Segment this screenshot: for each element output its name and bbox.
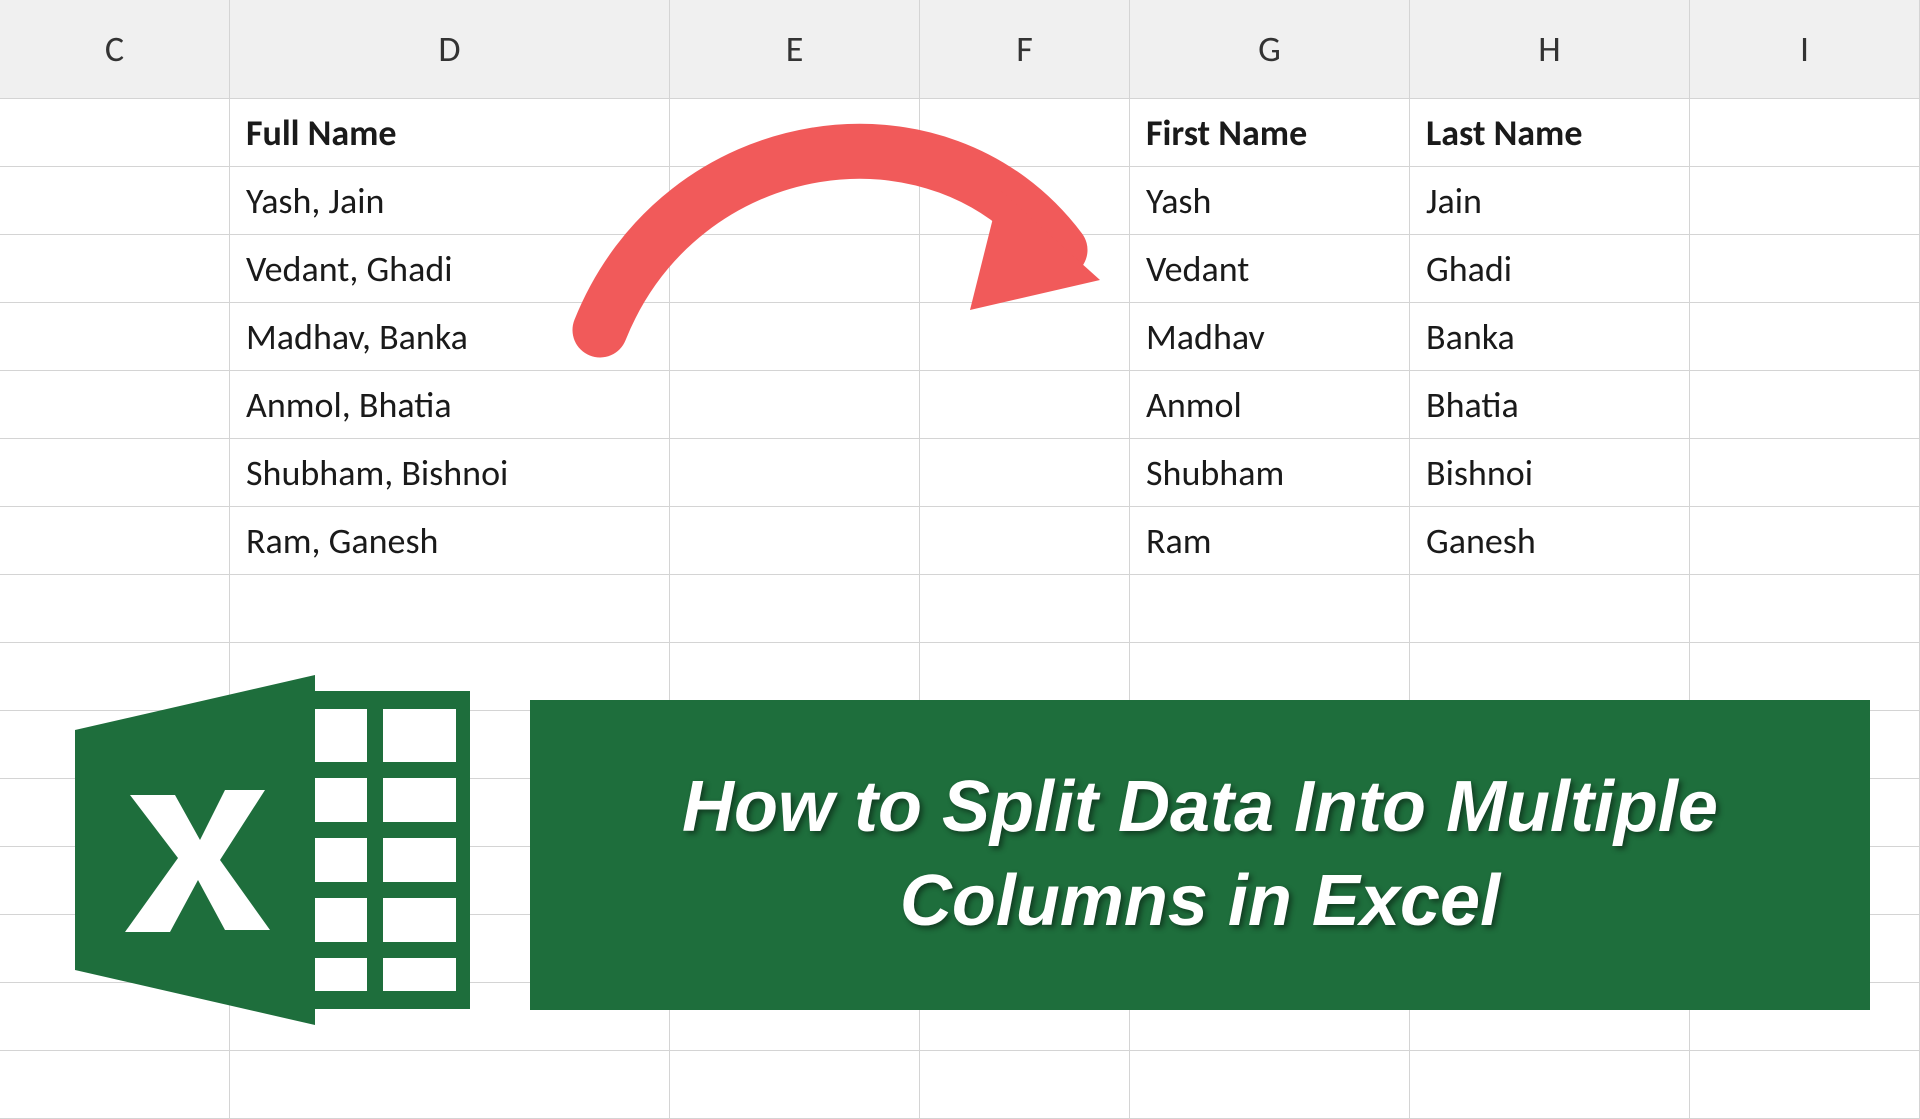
column-header-g[interactable]: G [1130, 0, 1410, 98]
column-header-h[interactable]: H [1410, 0, 1690, 98]
table-row: Anmol, Bhatia Anmol Bhatia [0, 371, 1920, 439]
cell[interactable] [0, 371, 230, 439]
column-header-i[interactable]: I [1690, 0, 1920, 98]
cell[interactable] [0, 235, 230, 303]
cell[interactable] [0, 439, 230, 507]
cell[interactable] [0, 303, 230, 371]
cell[interactable] [920, 371, 1130, 439]
column-header-c[interactable]: C [0, 0, 230, 98]
column-header-d[interactable]: D [230, 0, 670, 98]
cell[interactable] [0, 507, 230, 575]
table-row [0, 1051, 1920, 1119]
cell[interactable] [0, 99, 230, 167]
cell[interactable] [230, 575, 670, 643]
cell[interactable] [1410, 1051, 1690, 1119]
cell[interactable] [920, 575, 1130, 643]
first-name-cell[interactable]: Vedant [1130, 235, 1410, 303]
cell[interactable] [670, 439, 920, 507]
full-name-cell[interactable]: Ram, Ganesh [230, 507, 670, 575]
first-name-cell[interactable]: Yash [1130, 167, 1410, 235]
cell[interactable] [1130, 1051, 1410, 1119]
column-header-f[interactable]: F [920, 0, 1130, 98]
cell[interactable] [920, 439, 1130, 507]
last-name-cell[interactable]: Bishnoi [1410, 439, 1690, 507]
first-name-cell[interactable]: Anmol [1130, 371, 1410, 439]
full-name-cell[interactable]: Shubham, Bishnoi [230, 439, 670, 507]
cell[interactable] [1690, 99, 1920, 167]
table-row [0, 575, 1920, 643]
cell[interactable] [920, 1051, 1130, 1119]
cell[interactable] [670, 575, 920, 643]
cell[interactable] [670, 371, 920, 439]
cell[interactable] [670, 1051, 920, 1119]
cell[interactable] [670, 507, 920, 575]
arrow-icon [560, 110, 1120, 360]
cell[interactable] [230, 1051, 670, 1119]
last-name-header[interactable]: Last Name [1410, 99, 1690, 167]
cell[interactable] [0, 1051, 230, 1119]
cell[interactable] [0, 575, 230, 643]
full-name-cell[interactable]: Anmol, Bhatia [230, 371, 670, 439]
cell[interactable] [1690, 371, 1920, 439]
cell[interactable] [1690, 439, 1920, 507]
last-name-cell[interactable]: Jain [1410, 167, 1690, 235]
cell[interactable] [1690, 235, 1920, 303]
table-row: Ram, Ganesh Ram Ganesh [0, 507, 1920, 575]
first-name-header[interactable]: First Name [1130, 99, 1410, 167]
first-name-cell[interactable]: Ram [1130, 507, 1410, 575]
cell[interactable] [1690, 303, 1920, 371]
cell[interactable] [0, 167, 230, 235]
cell[interactable] [1690, 1051, 1920, 1119]
column-header-e[interactable]: E [670, 0, 920, 98]
cell[interactable] [1690, 507, 1920, 575]
excel-logo-icon [40, 660, 470, 1040]
last-name-cell[interactable]: Ganesh [1410, 507, 1690, 575]
cell[interactable] [1410, 575, 1690, 643]
last-name-cell[interactable]: Banka [1410, 303, 1690, 371]
cell[interactable] [1130, 575, 1410, 643]
cell[interactable] [1690, 575, 1920, 643]
first-name-cell[interactable]: Shubham [1130, 439, 1410, 507]
cell[interactable] [920, 507, 1130, 575]
last-name-cell[interactable]: Ghadi [1410, 235, 1690, 303]
last-name-cell[interactable]: Bhatia [1410, 371, 1690, 439]
first-name-cell[interactable]: Madhav [1130, 303, 1410, 371]
cell[interactable] [1690, 167, 1920, 235]
table-row: Shubham, Bishnoi Shubham Bishnoi [0, 439, 1920, 507]
column-header-row: C D E F G H I [0, 0, 1920, 99]
title-text: How to Split Data Into Multiple Columns … [570, 761, 1830, 948]
title-banner: How to Split Data Into Multiple Columns … [530, 700, 1870, 1010]
